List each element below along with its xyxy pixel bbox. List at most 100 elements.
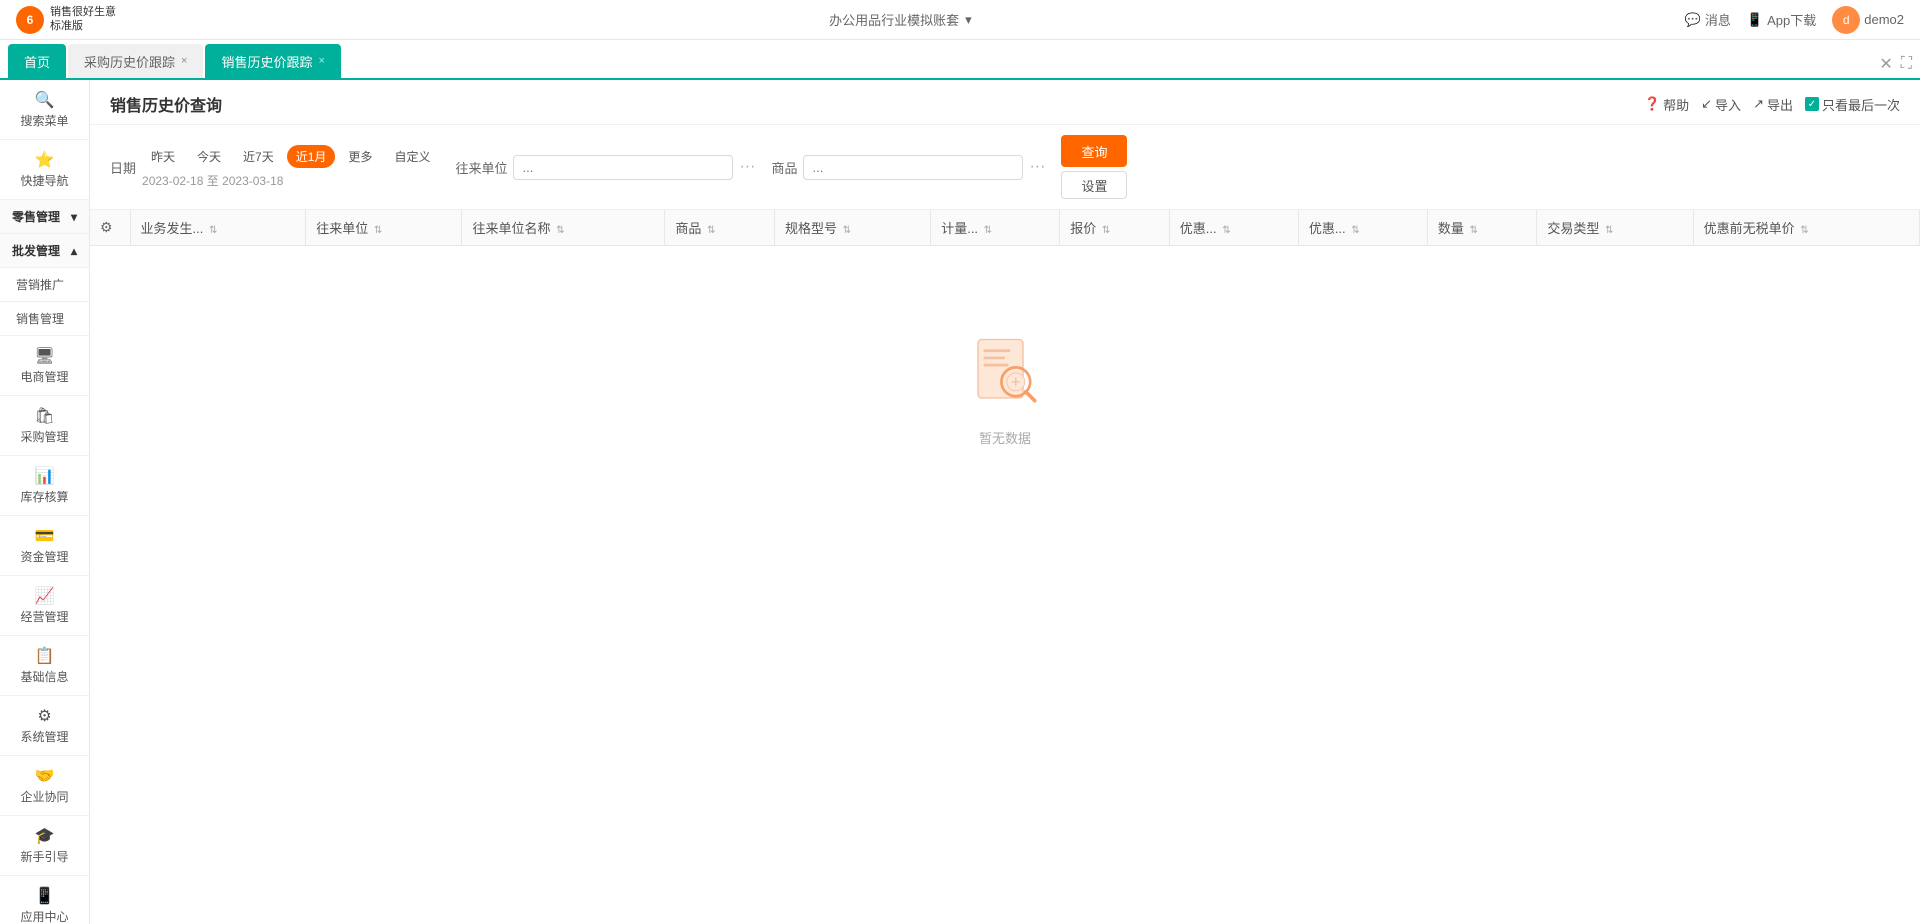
customer-more-btn[interactable]: ··· [739, 158, 755, 176]
date-pill-1month[interactable]: 近1月 [287, 145, 336, 168]
sidebar-label-new-guide: 新手引导 [20, 848, 68, 865]
top-bar-right: 💬 消息 📱 App下载 d demo2 [1685, 6, 1904, 34]
column-settings-btn[interactable]: ⚙ [100, 219, 113, 236]
only-last-checkbox-area[interactable]: ✓ 只看最后一次 [1805, 95, 1900, 114]
th-tax-free-price[interactable]: 优惠前无税单价 ⇅ [1693, 210, 1919, 246]
sidebar-item-basic-info[interactable]: 📋 基础信息 [0, 636, 89, 696]
th-unit[interactable]: 计量... ⇅ [931, 210, 1060, 246]
sidebar-item-wholesale-mgmt[interactable]: 批发管理 ▴ [0, 234, 89, 268]
sidebar-item-business-mgmt[interactable]: 📈 经营管理 [0, 576, 89, 636]
sidebar-item-purchase[interactable]: 🛍 采购管理 [0, 396, 89, 456]
query-button[interactable]: 查询 [1061, 135, 1127, 167]
sidebar-item-app-center[interactable]: 📱 应用中心 [0, 876, 89, 924]
sort-customer-name[interactable]: ⇅ [556, 225, 564, 236]
sort-tax-free-price[interactable]: ⇅ [1800, 225, 1808, 236]
sidebar-item-system[interactable]: ⚙ 系统管理 [0, 696, 89, 756]
sort-discount2[interactable]: ⇅ [1351, 225, 1359, 236]
sidebar-item-finance[interactable]: 💳 资金管理 [0, 516, 89, 576]
setting-button[interactable]: 设置 [1061, 171, 1127, 199]
sort-biz-date[interactable]: ⇅ [209, 225, 217, 236]
tab-purchase-history[interactable]: 采购历史价跟踪 × [68, 44, 203, 78]
sort-spec[interactable]: ⇅ [843, 225, 851, 236]
help-icon: ❓ [1644, 96, 1660, 112]
avatar: d [1832, 6, 1860, 34]
goods-more-btn[interactable]: ··· [1029, 158, 1045, 176]
page-header-actions: ❓ 帮助 ↙ 导入 ↗ 导出 ✓ 只看最后一次 [1644, 95, 1900, 114]
date-pill-today[interactable]: 今天 [188, 145, 230, 168]
app-download-btn[interactable]: 📱 App下载 [1747, 10, 1816, 29]
business-icon: 📈 [35, 586, 55, 606]
export-btn[interactable]: ↗ 导出 [1753, 95, 1793, 114]
app-center-icon: 📱 [35, 886, 55, 906]
message-btn[interactable]: 💬 消息 [1685, 10, 1731, 29]
tab-sales-history[interactable]: 销售历史价跟踪 × [205, 44, 340, 78]
purchase-icon: 🛍 [34, 406, 54, 426]
th-customer-name[interactable]: 往来单位名称 ⇅ [462, 210, 665, 246]
goods-label: 商品 [771, 158, 797, 177]
sidebar: 🔍 搜索菜单 ⭐ 快捷导航 零售管理 ▾ 批发管理 ▴ 营销推广 销售管理 🖥 … [0, 80, 90, 924]
sidebar-item-search-menu[interactable]: 🔍 搜索菜单 [0, 80, 89, 140]
workspace-dropdown-icon[interactable]: ▾ [965, 12, 972, 28]
logo-text: 销售很好生意 标准版 [50, 6, 116, 32]
sidebar-item-enterprise-collab[interactable]: 🤝 企业协同 [0, 756, 89, 816]
tab-sales-close[interactable]: × [318, 55, 324, 67]
guide-icon: 🎓 [35, 826, 55, 846]
date-pill-more[interactable]: 更多 [339, 145, 381, 168]
th-price[interactable]: 报价 ⇅ [1060, 210, 1170, 246]
sidebar-label-quick-nav: 快捷导航 [20, 172, 68, 189]
sort-goods[interactable]: ⇅ [707, 225, 715, 236]
date-pill-custom[interactable]: 自定义 [385, 145, 439, 168]
th-customer-code[interactable]: 往来单位 ⇅ [306, 210, 462, 246]
sort-customer-code[interactable]: ⇅ [374, 225, 382, 236]
finance-icon: 💳 [35, 526, 55, 546]
date-pills: 昨天 今天 近7天 近1月 更多 自定义 [142, 145, 439, 168]
import-btn[interactable]: ↙ 导入 [1701, 95, 1741, 114]
sidebar-sub-sales-mgmt[interactable]: 销售管理 [0, 302, 89, 336]
close-window-btn[interactable]: ✕ [1879, 54, 1892, 74]
date-pill-yesterday[interactable]: 昨天 [142, 145, 184, 168]
user-area[interactable]: d demo2 [1832, 6, 1904, 34]
only-last-checkbox[interactable]: ✓ [1805, 97, 1819, 111]
sidebar-sub-wholesale: 营销推广 销售管理 [0, 268, 89, 336]
page-title: 销售历史价查询 [110, 92, 222, 116]
data-table: ⚙ 业务发生... ⇅ 往来单位 ⇅ 往来单位名称 ⇅ [90, 210, 1920, 246]
ecommerce-icon: 🖥 [34, 346, 54, 366]
fullscreen-btn[interactable]: ⛶ [1901, 55, 1912, 73]
sidebar-item-new-guide[interactable]: 🎓 新手引导 [0, 816, 89, 876]
sort-qty[interactable]: ⇅ [1469, 225, 1477, 236]
th-discount2[interactable]: 优惠... ⇅ [1298, 210, 1427, 246]
tab-bar-actions: ✕ ⛶ [1879, 54, 1920, 78]
th-discount1[interactable]: 优惠... ⇅ [1169, 210, 1298, 246]
th-biz-date[interactable]: 业务发生... ⇅ [130, 210, 306, 246]
sort-price[interactable]: ⇅ [1102, 225, 1110, 236]
table-header-row: ⚙ 业务发生... ⇅ 往来单位 ⇅ 往来单位名称 ⇅ [90, 210, 1920, 246]
sort-trade-type[interactable]: ⇅ [1605, 225, 1613, 236]
sort-unit[interactable]: ⇅ [984, 225, 992, 236]
sidebar-label-system: 系统管理 [20, 728, 68, 745]
th-spec[interactable]: 规格型号 ⇅ [774, 210, 930, 246]
sidebar-item-inventory[interactable]: 📊 库存核算 [0, 456, 89, 516]
workspace-selector[interactable]: 办公用品行业模拟账套 ▾ [829, 10, 972, 29]
th-qty[interactable]: 数量 ⇅ [1427, 210, 1537, 246]
sidebar-item-retail-mgmt[interactable]: 零售管理 ▾ [0, 200, 89, 234]
date-filter-group: 日期 昨天 今天 近7天 近1月 更多 自定义 2023-02-18 至 202… [110, 145, 439, 189]
sort-discount1[interactable]: ⇅ [1222, 225, 1230, 236]
date-label: 日期 [110, 158, 136, 177]
collab-icon: 🤝 [35, 766, 55, 786]
system-icon: ⚙ [37, 706, 51, 726]
sidebar-sub-marketing[interactable]: 营销推广 [0, 268, 89, 302]
th-settings[interactable]: ⚙ [90, 210, 130, 246]
date-pill-7days[interactable]: 近7天 [234, 145, 283, 168]
logo-area: 6 销售很好生意 标准版 [16, 6, 116, 34]
customer-input[interactable] [513, 155, 733, 180]
tab-purchase-close[interactable]: × [181, 55, 187, 67]
help-btn[interactable]: ❓ 帮助 [1644, 95, 1689, 114]
th-goods[interactable]: 商品 ⇅ [665, 210, 775, 246]
sidebar-item-ecommerce[interactable]: 🖥 电商管理 [0, 336, 89, 396]
th-trade-type[interactable]: 交易类型 ⇅ [1537, 210, 1693, 246]
tab-home[interactable]: 首页 [8, 44, 66, 78]
goods-input[interactable] [803, 155, 1023, 180]
sidebar-item-quick-nav[interactable]: ⭐ 快捷导航 [0, 140, 89, 200]
content-area: 销售历史价查询 ❓ 帮助 ↙ 导入 ↗ 导出 ✓ 只看最后一次 [90, 80, 1920, 924]
action-btn-group: 查询 设置 [1061, 135, 1127, 199]
